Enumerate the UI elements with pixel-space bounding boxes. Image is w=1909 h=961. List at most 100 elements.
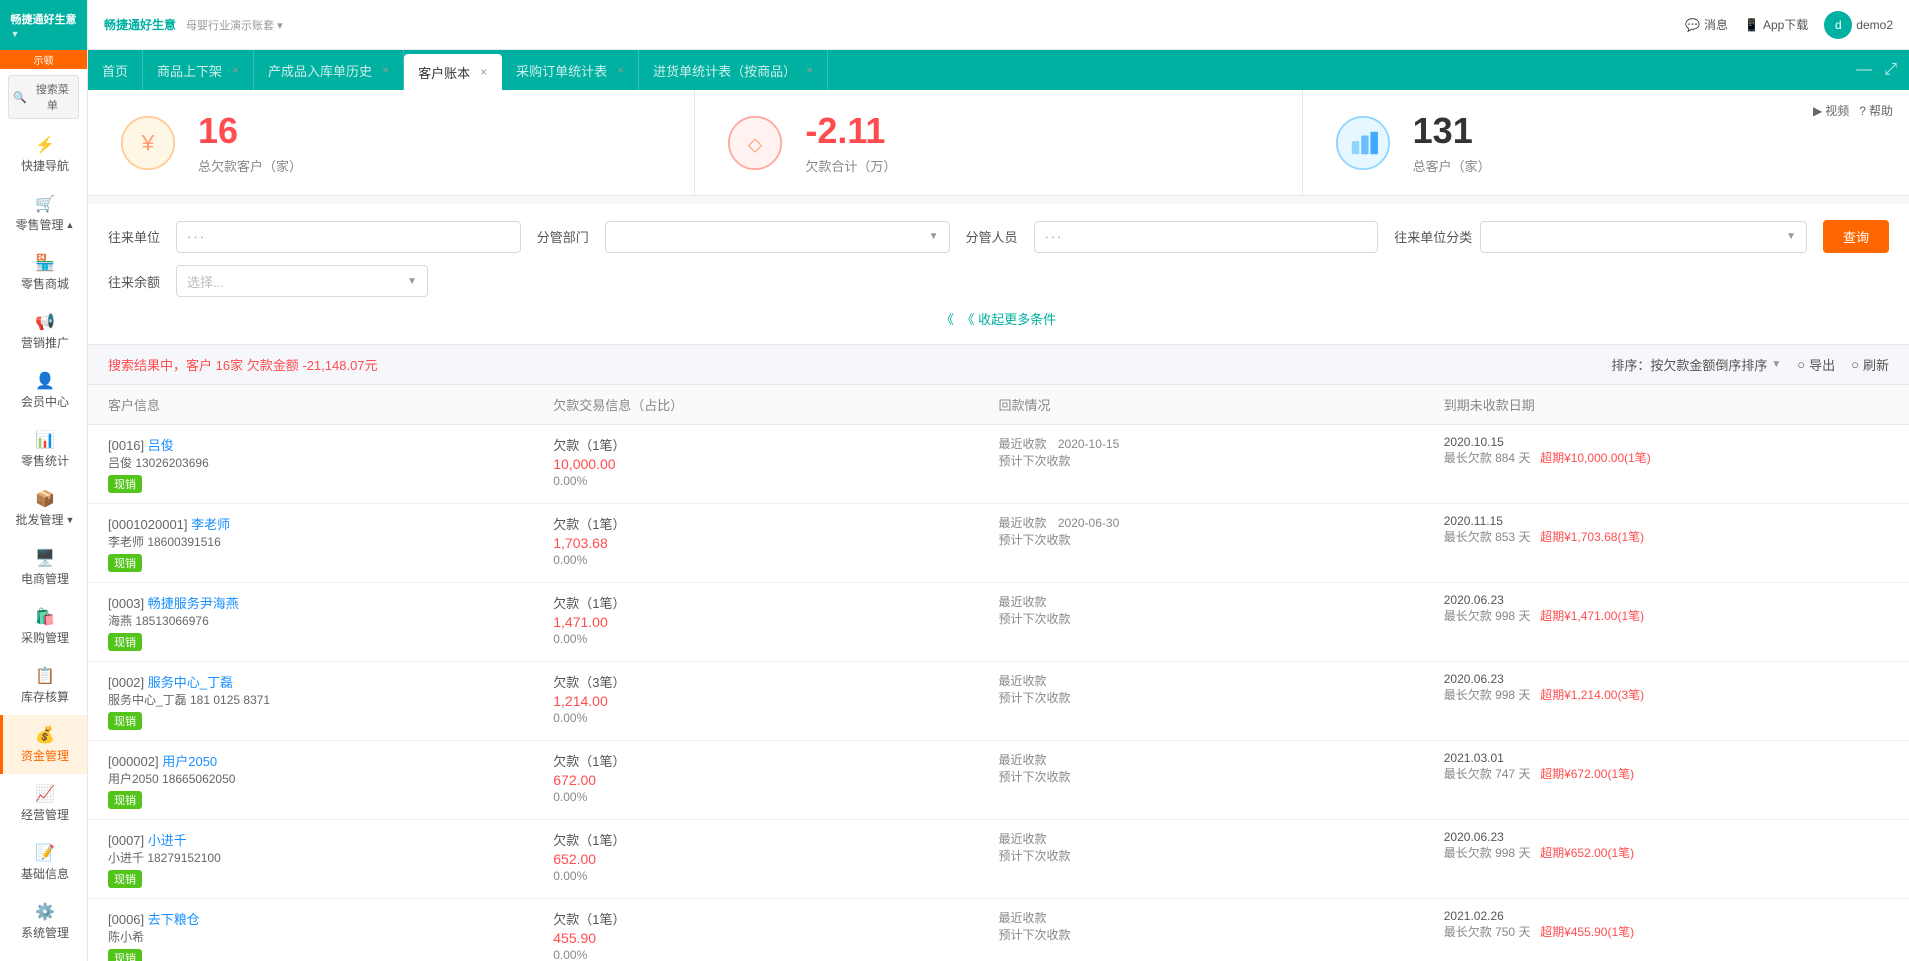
table-header: 客户信息 欠款交易信息（占比） 回款情况 到期未收款日期	[88, 385, 1909, 425]
sidebar-item-retail-mall[interactable]: 🏪 零售商城	[0, 243, 87, 302]
tab-customer-account-close[interactable]: ×	[480, 65, 487, 79]
debt-amount[interactable]: 455.90	[553, 930, 998, 946]
sidebar-item-ecommerce[interactable]: 🖥️ 电商管理	[0, 538, 87, 597]
page-content: ¥ 16 总欠款客户（家） ◇	[88, 90, 1909, 961]
user-menu[interactable]: d demo2	[1824, 11, 1893, 39]
sidebar-item-finance[interactable]: 💰 资金管理	[0, 715, 87, 774]
dept-select[interactable]: ▼	[605, 221, 950, 253]
balance-select[interactable]: 选择... ▼	[176, 265, 428, 297]
total-customers-number: 131	[1413, 110, 1491, 152]
debt-amount[interactable]: 652.00	[553, 851, 998, 867]
sidebar-item-quick-nav[interactable]: ⚡ 快捷导航	[0, 125, 87, 184]
basic-info-icon: 📝	[9, 843, 81, 863]
message-btn[interactable]: 💬 消息	[1685, 16, 1728, 33]
query-button[interactable]: 查询	[1823, 220, 1889, 253]
overdue-amount-link[interactable]: 超期¥10,000.00(1笔)	[1540, 451, 1651, 465]
debt-customers-label: 总欠款客户（家）	[198, 156, 302, 175]
tab-maximize-btn[interactable]: ⤢	[1880, 61, 1901, 79]
customer-name-link[interactable]: 畅捷服务尹海燕	[148, 596, 239, 611]
customer-name-link[interactable]: 服务中心_丁磊	[148, 675, 233, 690]
tab-minimize-btn[interactable]: —	[1852, 61, 1876, 79]
customer-name-link[interactable]: 小进千	[148, 833, 187, 848]
sidebar-item-retail-stats[interactable]: 📊 零售统计	[0, 420, 87, 479]
customer-phone: 陈小希	[108, 928, 553, 945]
debt-amount[interactable]: 672.00	[553, 772, 998, 788]
debt-info-cell: 欠款（1笔） 672.00 0.00%	[553, 751, 998, 809]
overdue-amount-link[interactable]: 超期¥672.00(1笔)	[1540, 767, 1634, 781]
overdue-date: 2020.06.23	[1444, 830, 1889, 844]
sidebar-brand[interactable]: 示顿	[0, 50, 87, 69]
batch-mgmt-icon: 📦	[35, 489, 55, 509]
tab-purchase-order-close[interactable]: ×	[617, 63, 624, 77]
sidebar-item-member[interactable]: 👤 会员中心	[0, 361, 87, 420]
stats-row: ¥ 16 总欠款客户（家） ◇	[88, 90, 1909, 196]
balance-chevron-icon: ▼	[407, 276, 417, 287]
customer-phone: 用户2050 18665062050	[108, 770, 553, 787]
unit-category-select[interactable]: ▼	[1480, 221, 1807, 253]
debt-amount[interactable]: 10,000.00	[553, 456, 998, 472]
sidebar-item-business[interactable]: 📈 经营管理	[0, 774, 87, 833]
overdue-days: 最长欠款 998 天	[1444, 609, 1531, 623]
debt-ratio: 0.00%	[553, 790, 998, 804]
sidebar-item-marketing[interactable]: 📢 营销推广	[0, 302, 87, 361]
overdue-amount-link[interactable]: 超期¥1,703.68(1笔)	[1540, 530, 1644, 544]
system-name[interactable]: 母婴行业演示账套 ▾	[186, 17, 283, 33]
sidebar-item-enterprise[interactable]: 🤝 企业协同	[0, 951, 87, 961]
customer-name-link[interactable]: 李老师	[191, 517, 230, 532]
topbar-left: 畅捷通好生意 母婴行业演示账套 ▾	[104, 16, 283, 33]
export-btn[interactable]: ○ 导出	[1797, 355, 1835, 374]
manager-input[interactable]: ···	[1034, 221, 1379, 253]
overdue-cell: 2020.06.23 最长欠款 998 天 超期¥652.00(1笔)	[1444, 830, 1889, 888]
customer-name-link[interactable]: 去下粮仓	[148, 912, 200, 927]
debt-amount[interactable]: 1,214.00	[553, 693, 998, 709]
sidebar-item-inventory[interactable]: 📋 库存核算	[0, 656, 87, 715]
overdue-amount-link[interactable]: 超期¥1,471.00(1笔)	[1540, 609, 1644, 623]
help-btn[interactable]: ? 帮助	[1859, 102, 1893, 119]
tab-inventory-stats[interactable]: 进货单统计表（按商品） ×	[639, 50, 828, 90]
sort-chevron-icon: ▼	[1771, 359, 1781, 370]
search-menu-item[interactable]: 🔍 搜索菜单	[0, 69, 87, 125]
member-icon: 👤	[9, 371, 81, 391]
sidebar-item-purchase[interactable]: 🛍️ 采购管理	[0, 597, 87, 656]
tag-row: 现销	[108, 471, 553, 493]
tab-customer-account[interactable]: 客户账本 ×	[404, 54, 502, 90]
sidebar-item-basic-info[interactable]: 📝 基础信息	[0, 833, 87, 892]
refresh-btn[interactable]: ○ 刷新	[1851, 355, 1889, 374]
col-customer-info: 客户信息	[108, 395, 553, 414]
overdue-amount-link[interactable]: 超期¥455.90(1笔)	[1540, 925, 1634, 939]
overdue-amount-link[interactable]: 超期¥1,214.00(3笔)	[1540, 688, 1644, 702]
debt-amount[interactable]: 1,703.68	[553, 535, 998, 551]
sidebar-item-label: 零售统计	[9, 452, 81, 469]
overdue-amount-link[interactable]: 超期¥652.00(1笔)	[1540, 846, 1634, 860]
chevron-down-icon2: ▼	[66, 515, 75, 525]
sidebar-item-label: 会员中心	[9, 393, 81, 410]
tab-purchase-order[interactable]: 采购订单统计表 ×	[502, 50, 639, 90]
debt-amount[interactable]: 1,471.00	[553, 614, 998, 630]
tab-product-offline-close[interactable]: ×	[232, 63, 239, 77]
from-unit-input[interactable]: ···	[176, 221, 521, 253]
result-debt-amount: -21,148.07元	[302, 358, 377, 373]
stat-debt-amount: ◇ -2.11 欠款合计（万）	[695, 90, 1302, 195]
recovery-label: 最近收款	[999, 909, 1444, 926]
sidebar-item-batch-mgmt[interactable]: 📦 批发管理 ▼	[0, 479, 87, 538]
debt-count: 欠款（1笔）	[553, 514, 998, 533]
result-actions: 排序：按欠款金额倒序排序 ▼ ○ 导出 ○ 刷新	[1611, 355, 1889, 374]
sidebar-item-retail-mgmt[interactable]: 🛒 零售管理 ▲	[0, 184, 87, 243]
sidebar-logo: 畅捷通好生意 ▼	[0, 0, 87, 50]
app-download-btn[interactable]: 📱 App下载	[1744, 16, 1808, 33]
customer-tag: 现销	[108, 633, 142, 651]
purchase-icon: 🛍️	[9, 607, 81, 627]
tab-product-history-close[interactable]: ×	[382, 63, 389, 77]
sort-select[interactable]: 排序：按欠款金额倒序排序 ▼	[1611, 355, 1781, 374]
tab-home[interactable]: 首页	[88, 50, 143, 90]
customer-name-link[interactable]: 用户2050	[162, 754, 217, 769]
recovery-cell: 最近收款 2020-06-30 预计下次收款	[999, 514, 1444, 572]
sidebar-item-label: 电商管理	[9, 570, 81, 587]
video-btn[interactable]: ▶ 视频	[1813, 102, 1849, 119]
tab-product-history[interactable]: 产成品入库单历史 ×	[254, 50, 404, 90]
sidebar-item-system[interactable]: ⚙️ 系统管理	[0, 892, 87, 951]
customer-name-link[interactable]: 吕俊	[148, 438, 174, 453]
tab-inventory-stats-close[interactable]: ×	[806, 63, 813, 77]
tab-product-offline[interactable]: 商品上下架 ×	[143, 50, 254, 90]
collapse-btn[interactable]: 《 《 收起更多条件	[108, 309, 1889, 328]
